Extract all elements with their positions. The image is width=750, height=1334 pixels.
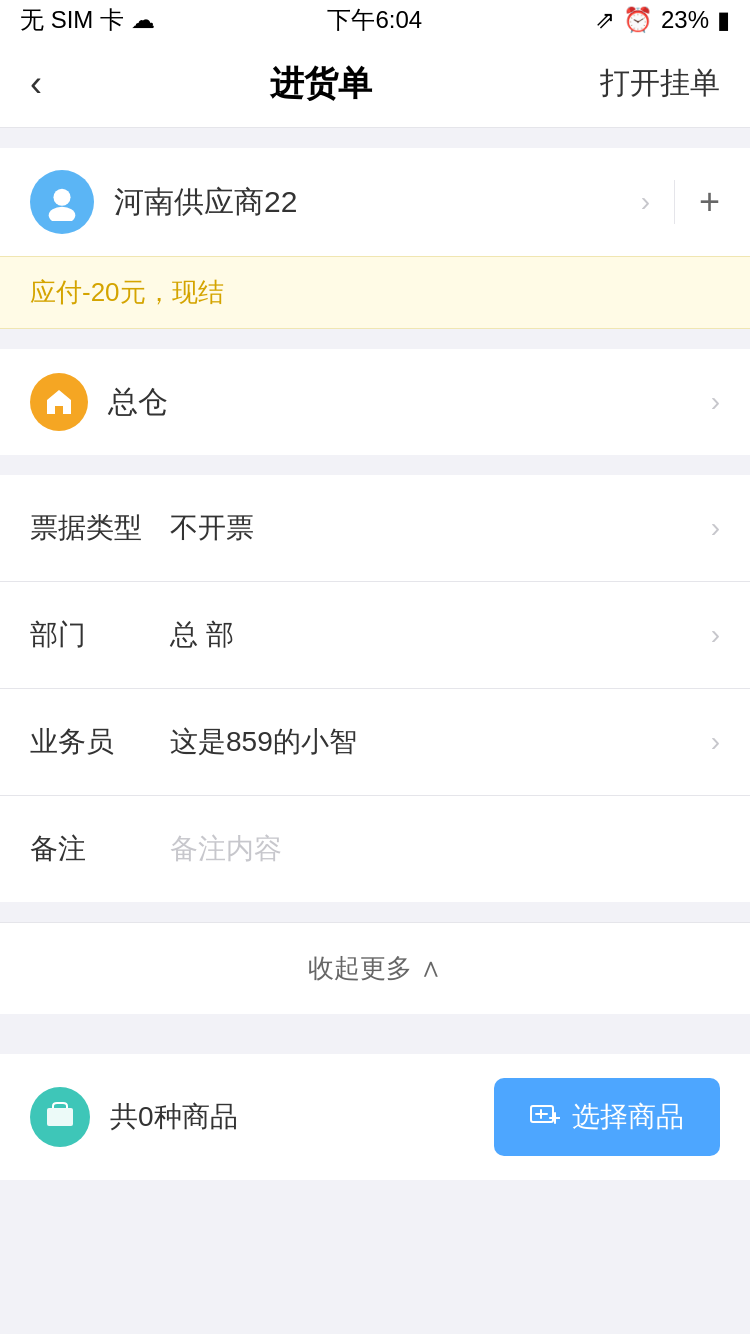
product-icon bbox=[30, 1087, 90, 1147]
back-button[interactable]: ‹ bbox=[30, 63, 42, 105]
nav-bar: ‹ 进货单 打开挂单 bbox=[0, 40, 750, 128]
product-count: 共0种商品 bbox=[110, 1098, 494, 1136]
svg-rect-2 bbox=[47, 1108, 73, 1126]
salesperson-label: 业务员 bbox=[30, 723, 150, 761]
invoice-label: 票据类型 bbox=[30, 509, 150, 547]
supplier-name: 河南供应商22 bbox=[114, 182, 641, 223]
remark-row[interactable]: 备注 备注内容 bbox=[0, 796, 750, 902]
select-product-label: 选择商品 bbox=[572, 1098, 684, 1136]
nav-title: 进货单 bbox=[270, 61, 372, 107]
supplier-section: 河南供应商22 › + 应付-20元，现结 bbox=[0, 148, 750, 329]
status-left: 无 SIM 卡 ☁ bbox=[20, 4, 155, 36]
invoice-value: 不开票 bbox=[170, 509, 711, 547]
warehouse-chevron-icon: › bbox=[711, 386, 720, 418]
salesperson-row[interactable]: 业务员 这是859的小智 › bbox=[0, 689, 750, 796]
warehouse-icon bbox=[30, 373, 88, 431]
svg-point-0 bbox=[53, 189, 70, 206]
gap-1 bbox=[0, 128, 750, 148]
status-time: 下午6:04 bbox=[327, 4, 422, 36]
gap-2 bbox=[0, 329, 750, 349]
select-product-button[interactable]: 选择商品 bbox=[494, 1078, 720, 1156]
person-icon bbox=[43, 183, 81, 221]
content-area bbox=[0, 1180, 750, 1334]
department-row[interactable]: 部门 总 部 › bbox=[0, 582, 750, 689]
department-chevron-icon: › bbox=[711, 619, 720, 651]
warehouse-section: 总仓 › bbox=[0, 349, 750, 455]
supplier-row[interactable]: 河南供应商22 › + bbox=[0, 148, 750, 256]
collapse-label: 收起更多 ∧ bbox=[308, 951, 441, 986]
supplier-divider bbox=[674, 180, 675, 224]
warehouse-name: 总仓 bbox=[108, 382, 711, 423]
svg-point-1 bbox=[49, 207, 76, 221]
location-icon: ⇗ bbox=[595, 6, 615, 34]
add-supplier-button[interactable]: + bbox=[699, 181, 720, 223]
supplier-chevron-icon: › bbox=[641, 186, 650, 218]
invoice-chevron-icon: › bbox=[711, 512, 720, 544]
gap-3 bbox=[0, 1014, 750, 1034]
invoice-row[interactable]: 票据类型 不开票 › bbox=[0, 475, 750, 582]
department-value: 总 部 bbox=[170, 616, 711, 654]
signal-text: 无 SIM 卡 ☁ bbox=[20, 4, 155, 36]
alarm-icon: ⏰ bbox=[623, 6, 653, 34]
collapse-row[interactable]: 收起更多 ∧ bbox=[0, 922, 750, 1014]
battery-icon: ▮ bbox=[717, 6, 730, 34]
remark-label: 备注 bbox=[30, 830, 150, 868]
add-product-icon bbox=[530, 1105, 560, 1129]
battery-text: 23% bbox=[661, 6, 709, 34]
status-right: ⇗ ⏰ 23% ▮ bbox=[595, 6, 730, 34]
status-bar: 无 SIM 卡 ☁ 下午6:04 ⇗ ⏰ 23% ▮ bbox=[0, 0, 750, 40]
salesperson-chevron-icon: › bbox=[711, 726, 720, 758]
form-section: 票据类型 不开票 › 部门 总 部 › 业务员 这是859的小智 › 备注 备注… bbox=[0, 475, 750, 902]
warehouse-row[interactable]: 总仓 › bbox=[0, 349, 750, 455]
bottom-bar: 共0种商品 选择商品 bbox=[0, 1054, 750, 1180]
supplier-avatar bbox=[30, 170, 94, 234]
cart-icon bbox=[43, 1100, 77, 1134]
department-label: 部门 bbox=[30, 616, 150, 654]
home-icon bbox=[43, 386, 75, 418]
open-pending-button[interactable]: 打开挂单 bbox=[600, 63, 720, 104]
notice-banner: 应付-20元，现结 bbox=[0, 256, 750, 329]
salesperson-value: 这是859的小智 bbox=[170, 723, 711, 761]
remark-input[interactable]: 备注内容 bbox=[170, 830, 720, 868]
